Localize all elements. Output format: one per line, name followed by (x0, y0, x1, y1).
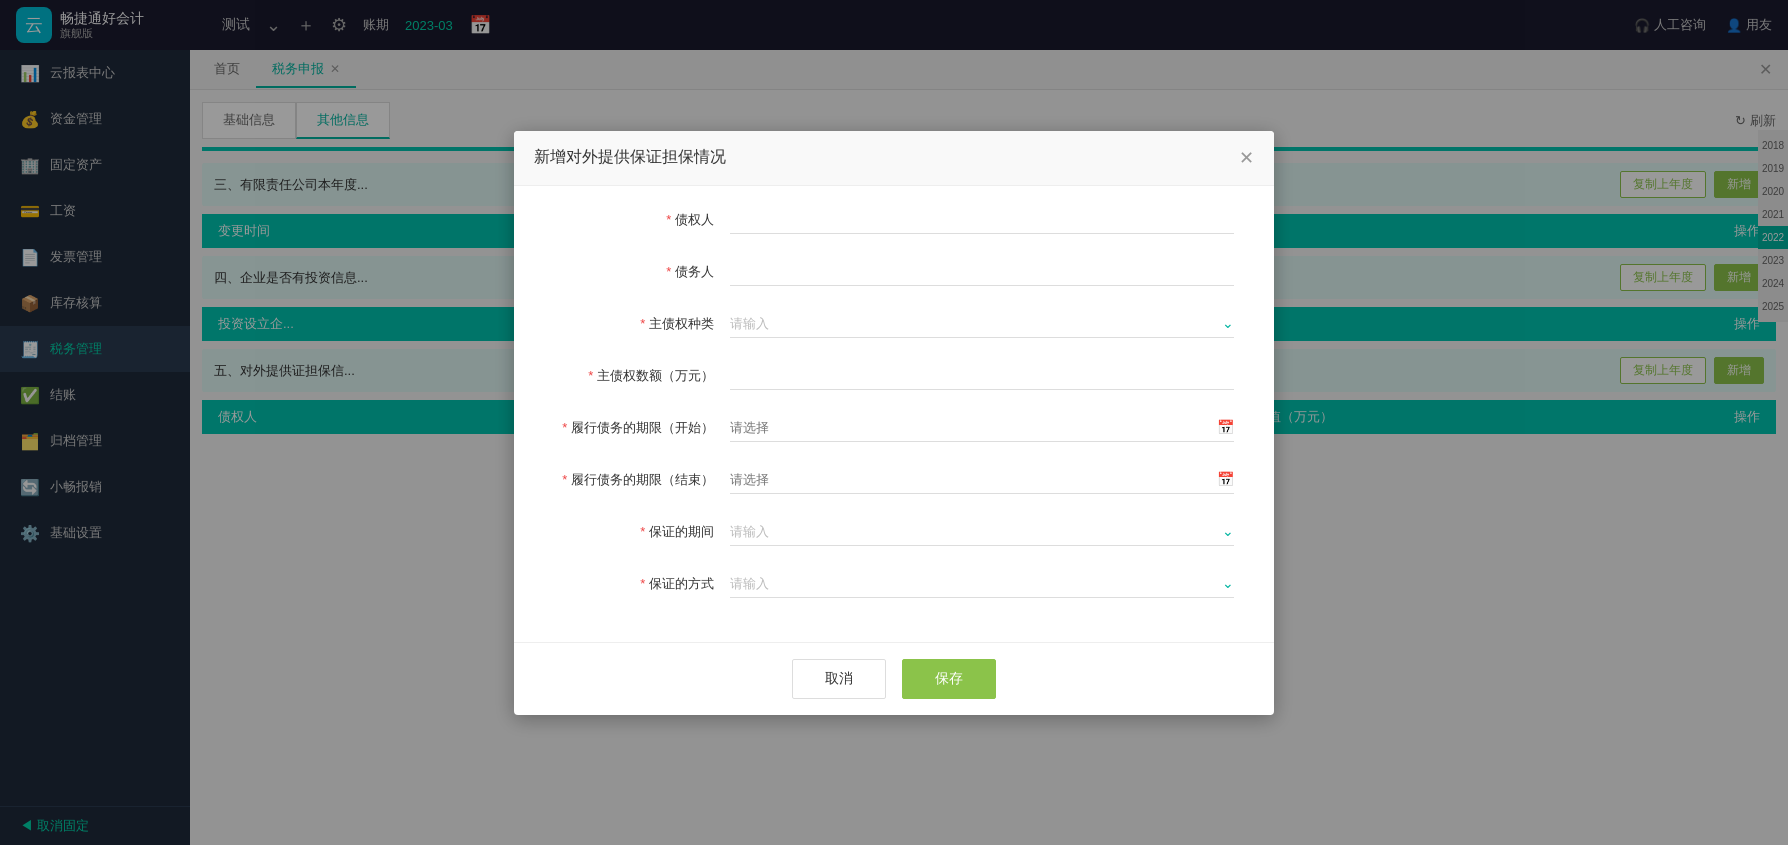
form-row-guarantee-method: * 保证的方式 ⌄ (554, 570, 1234, 598)
dialog-header: 新增对外提供保证担保情况 ✕ (514, 131, 1274, 186)
claim-amount-label: * 主债权数额（万元） (554, 367, 714, 385)
guarantee-period-input[interactable] (730, 518, 1222, 545)
dialog: 新增对外提供保证担保情况 ✕ * 债权人 * 债务人 (514, 131, 1274, 715)
perform-end-input[interactable] (730, 466, 1217, 493)
guarantee-period-label: * 保证的期间 (554, 523, 714, 541)
form-row-debtor: * 债务人 (554, 258, 1234, 286)
dialog-overlay: 新增对外提供保证担保情况 ✕ * 债权人 * 债务人 (0, 0, 1788, 845)
perform-end-calendar-icon: 📅 (1217, 471, 1234, 487)
claim-type-label: * 主债权种类 (554, 315, 714, 333)
cancel-button[interactable]: 取消 (792, 659, 886, 699)
guarantee-method-arrow-icon: ⌄ (1222, 575, 1234, 591)
dialog-close-btn[interactable]: ✕ (1239, 147, 1254, 169)
dialog-footer: 取消 保存 (514, 642, 1274, 715)
dialog-title: 新增对外提供保证担保情况 (534, 147, 726, 168)
perform-start-label: * 履行债务的期限（开始） (554, 419, 714, 437)
form-row-guarantee-period: * 保证的期间 ⌄ (554, 518, 1234, 546)
form-row-claim-type: * 主债权种类 ⌄ (554, 310, 1234, 338)
guarantee-period-arrow-icon: ⌄ (1222, 523, 1234, 539)
perform-start-calendar-icon: 📅 (1217, 419, 1234, 435)
form-row-claim-amount: * 主债权数额（万元） (554, 362, 1234, 390)
form-row-perform-start: * 履行债务的期限（开始） 📅 (554, 414, 1234, 442)
creditor-label: * 债权人 (554, 211, 714, 229)
guarantee-method-label: * 保证的方式 (554, 575, 714, 593)
guarantee-method-input[interactable] (730, 570, 1222, 597)
perform-start-input[interactable] (730, 414, 1217, 441)
debtor-input[interactable] (730, 258, 1234, 286)
creditor-input[interactable] (730, 206, 1234, 234)
perform-start-date-wrap[interactable]: 📅 (730, 414, 1234, 442)
debtor-label: * 债务人 (554, 263, 714, 281)
perform-end-label: * 履行债务的期限（结束） (554, 471, 714, 489)
guarantee-period-select-wrap[interactable]: ⌄ (730, 518, 1234, 546)
perform-end-date-wrap[interactable]: 📅 (730, 466, 1234, 494)
dialog-body: * 债权人 * 债务人 * 主债权种类 (514, 186, 1274, 642)
claim-type-input[interactable] (730, 310, 1222, 337)
claim-type-select-wrap[interactable]: ⌄ (730, 310, 1234, 338)
claim-type-arrow-icon: ⌄ (1222, 315, 1234, 331)
guarantee-method-select-wrap[interactable]: ⌄ (730, 570, 1234, 598)
save-button[interactable]: 保存 (902, 659, 996, 699)
claim-amount-input[interactable] (730, 362, 1234, 390)
form-row-creditor: * 债权人 (554, 206, 1234, 234)
form-row-perform-end: * 履行债务的期限（结束） 📅 (554, 466, 1234, 494)
